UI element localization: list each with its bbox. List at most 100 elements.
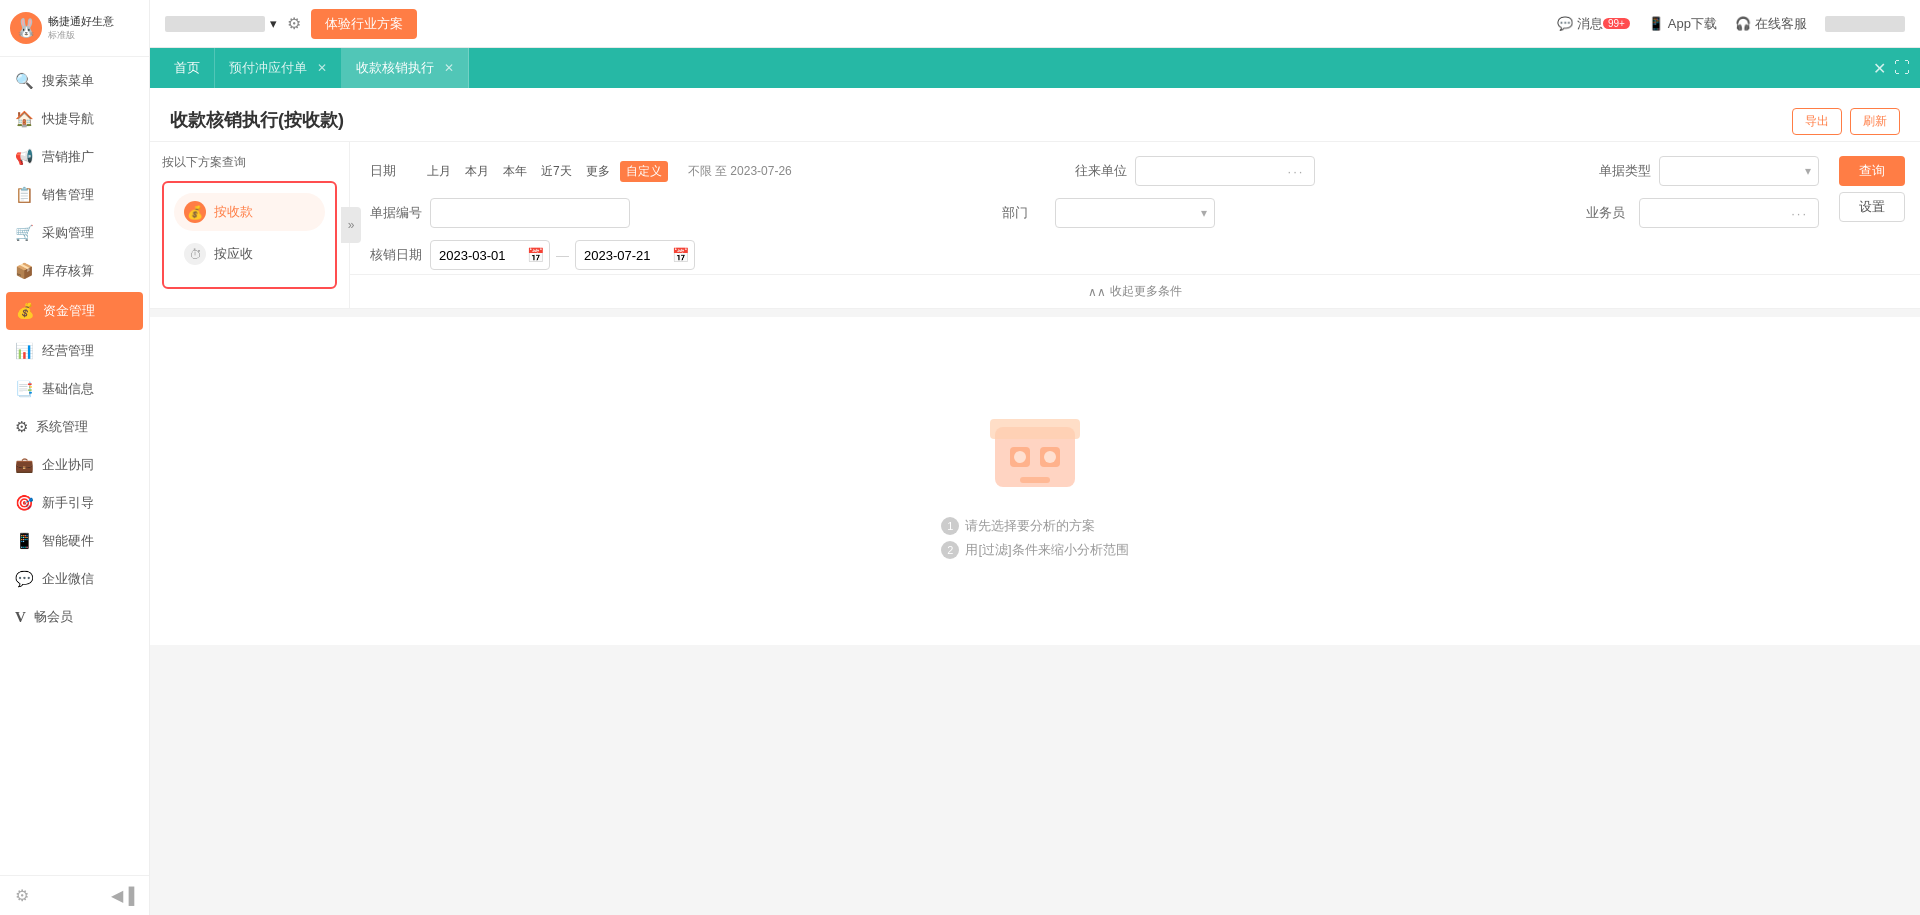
- date-field: 日期 上月 本月 本年 近7天 更多 自定义: [370, 161, 668, 182]
- sidebar-item-guide[interactable]: 🎯 新手引导: [0, 484, 149, 522]
- industry-btn[interactable]: 体验行业方案: [311, 9, 417, 39]
- counterparty-input[interactable]: ···: [1135, 156, 1315, 186]
- voucher-no-input[interactable]: [430, 198, 630, 228]
- sidebar-item-label: 快捷导航: [42, 110, 94, 128]
- filter-left-panel: 按以下方案查询 💰 按收款 ⏱ 按应收 »: [150, 142, 350, 308]
- page-toolbar: 导出 刷新: [1792, 102, 1900, 141]
- app-download-btn[interactable]: 📱 App下载: [1648, 15, 1717, 33]
- logo-icon: 🐰: [10, 12, 42, 44]
- calendar-end-icon[interactable]: 📅: [672, 247, 689, 263]
- sidebar-item-label: 新手引导: [42, 494, 94, 512]
- department-select[interactable]: [1055, 198, 1215, 228]
- home-icon: 🏠: [15, 110, 34, 128]
- logo-badge: 标准版: [48, 29, 114, 42]
- filter-option-by-receipt-label: 按收款: [214, 203, 253, 221]
- online-service-btn[interactable]: 🎧 在线客服: [1735, 15, 1807, 33]
- empty-hint-2: 2 用[过滤]条件来缩小分析范围: [941, 541, 1128, 559]
- sidebar-item-label: 资金管理: [43, 302, 95, 320]
- date-this-year[interactable]: 本年: [499, 161, 531, 182]
- finance-icon: 💰: [16, 302, 35, 320]
- filter-option-by-receivable[interactable]: ⏱ 按应收: [174, 235, 325, 273]
- company-selector[interactable]: ▾: [165, 16, 277, 32]
- tab-home-label: 首页: [174, 59, 200, 77]
- sidebar-item-label: 库存核算: [42, 262, 94, 280]
- voucher-type-select[interactable]: [1659, 156, 1819, 186]
- sidebar-item-finance[interactable]: 💰 资金管理: [6, 292, 143, 330]
- filter-right-wrap: 日期 上月 本月 本年 近7天 更多 自定义: [350, 142, 1920, 308]
- gear-icon[interactable]: ⚙: [287, 14, 301, 33]
- online-service-label: 在线客服: [1755, 15, 1807, 33]
- sidebar-item-inventory[interactable]: 📦 库存核算: [0, 252, 149, 290]
- page-title: 收款核销执行(按收款): [170, 108, 344, 132]
- filter-row-verif: 核销日期 📅 —: [370, 240, 1819, 270]
- svg-point-4: [1014, 451, 1026, 463]
- sidebar-item-label: 采购管理: [42, 224, 94, 242]
- sidebar-item-purchase[interactable]: 🛒 采购管理: [0, 214, 149, 252]
- topbar-left: ▾ ⚙ 体验行业方案: [165, 9, 417, 39]
- sidebar-item-wechat[interactable]: 💬 企业微信: [0, 560, 149, 598]
- refresh-btn[interactable]: 刷新: [1850, 108, 1900, 135]
- voucher-no-label: 单据编号: [370, 204, 422, 222]
- page-header: 收款核销执行(按收款) 导出 刷新: [150, 88, 1920, 142]
- member-icon: V: [15, 609, 26, 626]
- sidebar-item-label: 智能硬件: [42, 532, 94, 550]
- sidebar-item-basic-info[interactable]: 📑 基础信息: [0, 370, 149, 408]
- setting-btn[interactable]: 设置: [1839, 192, 1905, 222]
- filter-section: 按以下方案查询 💰 按收款 ⏱ 按应收 »: [150, 142, 1920, 309]
- sidebar-item-operations[interactable]: 📊 经营管理: [0, 332, 149, 370]
- sidebar-item-sales[interactable]: 📋 销售管理: [0, 176, 149, 214]
- filter-form: 日期 上月 本月 本年 近7天 更多 自定义: [350, 142, 1839, 270]
- date-more[interactable]: 更多: [582, 161, 614, 182]
- verif-date-start-wrap: 📅: [430, 240, 550, 270]
- collapse-panel-btn[interactable]: »: [341, 207, 361, 243]
- receivable-icon: ⏱: [184, 243, 206, 265]
- date-last-month[interactable]: 上月: [423, 161, 455, 182]
- sales-icon: 📋: [15, 186, 34, 204]
- salesperson-input[interactable]: ···: [1639, 198, 1819, 228]
- tab-collection-close[interactable]: ✕: [444, 61, 454, 75]
- sidebar-item-label: 搜索菜单: [42, 72, 94, 90]
- collapse-sidebar-icon[interactable]: ◀▐: [111, 886, 134, 905]
- sidebar-item-system[interactable]: ⚙ 系统管理: [0, 408, 149, 446]
- filter-row-1: 日期 上月 本月 本年 近7天 更多 自定义: [370, 156, 1819, 186]
- sidebar-item-hardware[interactable]: 📱 智能硬件: [0, 522, 149, 560]
- expand-tab-icon[interactable]: ⛶: [1894, 59, 1910, 77]
- sidebar-item-label: 营销推广: [42, 148, 94, 166]
- user-avatar[interactable]: [1825, 16, 1905, 32]
- empty-hint-1: 1 请先选择要分析的方案: [941, 517, 1128, 535]
- filter-option-by-receipt[interactable]: 💰 按收款: [174, 193, 325, 231]
- sidebar-item-member[interactable]: V 畅会员: [0, 598, 149, 636]
- date-no-limit-text: 不限 至 2023-07-26: [688, 163, 792, 180]
- sidebar-item-label: 畅会员: [34, 608, 73, 626]
- sidebar-item-collab[interactable]: 💼 企业协同: [0, 446, 149, 484]
- guide-icon: 🎯: [15, 494, 34, 512]
- close-tab-icon[interactable]: ✕: [1873, 59, 1886, 78]
- messages-btn[interactable]: 💬 消息 99+: [1557, 15, 1630, 33]
- logo: 🐰 畅捷通好生意 标准版: [0, 0, 149, 57]
- tab-home[interactable]: 首页: [160, 48, 215, 88]
- calendar-start-icon[interactable]: 📅: [527, 247, 544, 263]
- settings-icon[interactable]: ⚙: [15, 886, 29, 905]
- phone-icon: 📱: [1648, 16, 1664, 31]
- filter-panel-title: 按以下方案查询: [162, 154, 337, 171]
- sidebar-item-search[interactable]: 🔍 搜索菜单: [0, 62, 149, 100]
- tab-prepay[interactable]: 预付冲应付单 ✕: [215, 48, 342, 88]
- tab-prepay-close[interactable]: ✕: [317, 61, 327, 75]
- sidebar-item-nav[interactable]: 🏠 快捷导航: [0, 100, 149, 138]
- date-7days[interactable]: 近7天: [537, 161, 576, 182]
- export-btn[interactable]: 导出: [1792, 108, 1842, 135]
- tab-collection-label: 收款核销执行: [356, 59, 434, 77]
- collapse-more-btn[interactable]: ∧∧ 收起更多条件: [350, 274, 1920, 308]
- basic-info-icon: 📑: [15, 380, 34, 398]
- sidebar-item-marketing[interactable]: 📢 营销推广: [0, 138, 149, 176]
- date-this-month[interactable]: 本月: [461, 161, 493, 182]
- filter-row-2: 单据编号 部门: [370, 198, 1819, 228]
- date-custom[interactable]: 自定义: [620, 161, 668, 182]
- tab-collection[interactable]: 收款核销执行 ✕: [342, 48, 469, 88]
- voucher-type-field: 单据类型 ▾: [1599, 156, 1819, 186]
- date-quick-btns: 上月 本月 本年 近7天 更多 自定义: [423, 161, 668, 182]
- department-select-wrap: ▾: [1055, 198, 1215, 228]
- app-download-label: App下载: [1668, 15, 1717, 33]
- svg-rect-1: [990, 419, 1080, 439]
- query-btn[interactable]: 查询: [1839, 156, 1905, 186]
